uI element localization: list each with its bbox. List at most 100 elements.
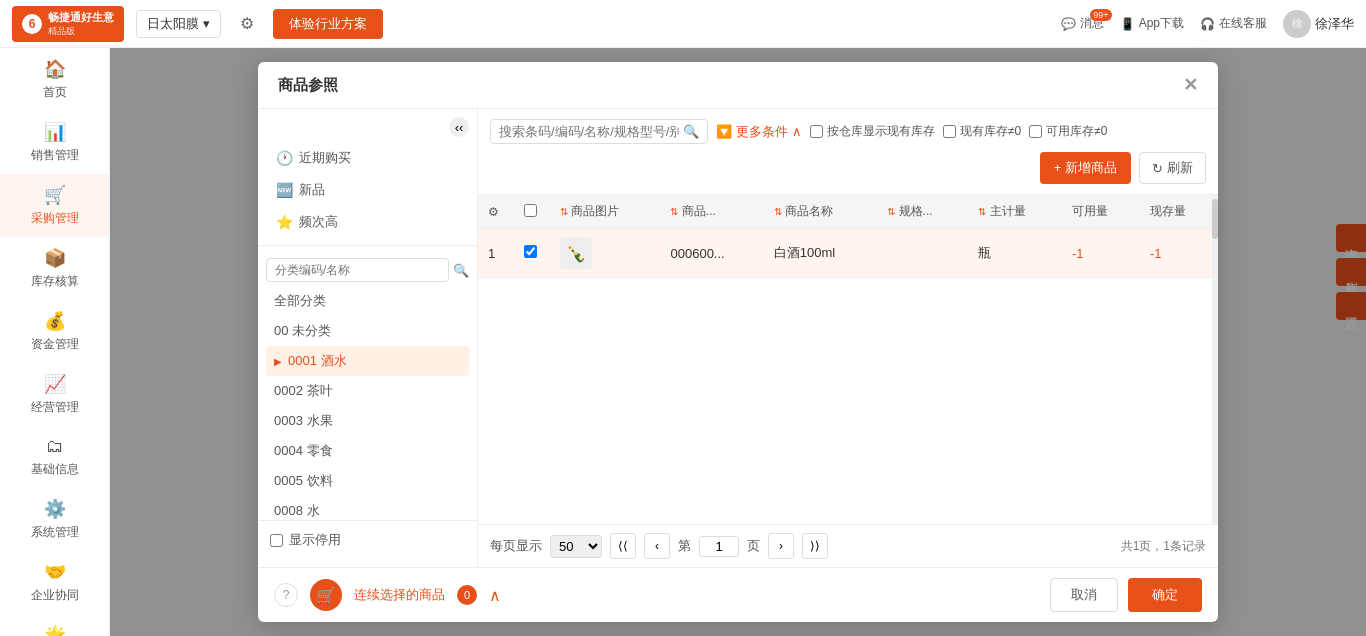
dialog-close-icon[interactable]: ✕ — [1183, 74, 1198, 96]
sidebar-item-enterprise[interactable]: 🤝 企业协同 — [0, 551, 109, 614]
product-search-bar[interactable]: 🔍 — [490, 119, 708, 144]
sidebar-item-system-label: 系统管理 — [31, 524, 79, 541]
sidebar-item-basic[interactable]: 🗂 基础信息 — [0, 426, 109, 488]
home-icon: 🏠 — [44, 58, 66, 80]
main-layout: 🏠 首页 📊 销售管理 🛒 采购管理 📦 库存核算 💰 资金管理 📈 经营管理 … — [0, 48, 1366, 636]
cat-fruit[interactable]: 0003 水果 — [266, 406, 469, 436]
cat-water[interactable]: 0008 水 — [266, 496, 469, 520]
continuous-label: 连续选择的商品 — [354, 586, 445, 604]
show-disabled-label[interactable]: 显示停用 — [289, 531, 341, 549]
last-page-btn[interactable]: ⟩⟩ — [802, 533, 828, 559]
next-page-btn[interactable]: › — [768, 533, 794, 559]
dialog-bottom: ? 🛒 连续选择的商品 0 ∧ 取消 确定 — [258, 567, 1218, 622]
tab-high-freq[interactable]: ⭐ 频次高 — [266, 207, 469, 237]
app-download-btn[interactable]: 📱 App下载 — [1120, 15, 1184, 32]
cat-tea[interactable]: 0002 茶叶 — [266, 376, 469, 406]
td-code: 000600... — [660, 229, 763, 278]
sidebar-item-enterprise-label: 企业协同 — [31, 587, 79, 604]
sidebar-item-finance[interactable]: 💰 资金管理 — [0, 300, 109, 363]
product-selector[interactable]: 日太阳膜 ▾ — [136, 10, 221, 38]
cat-all[interactable]: 全部分类 — [266, 286, 469, 316]
page-label: 第 — [678, 537, 691, 555]
sort-icon-code: ⇅ — [670, 206, 678, 217]
sidebar-item-inventory[interactable]: 📦 库存核算 — [0, 237, 109, 300]
cat-water-label: 0008 水 — [274, 502, 320, 520]
username-label: 徐泽华 — [1315, 15, 1354, 33]
prev-page-btn[interactable]: ‹ — [644, 533, 670, 559]
available-filter-checkbox[interactable] — [943, 125, 956, 138]
warehouse-filter-checkbox[interactable] — [810, 125, 823, 138]
table-row[interactable]: 1 🍾 000600... 白酒100ml 瓶 — [478, 229, 1218, 278]
sidebar-item-guide[interactable]: 🌟 新手引导 — [0, 614, 109, 636]
select-all-checkbox[interactable] — [524, 204, 537, 217]
filter-icon: 🔽 — [716, 124, 732, 139]
sidebar-item-system[interactable]: ⚙️ 系统管理 — [0, 488, 109, 551]
trial-btn[interactable]: 体验行业方案 — [273, 9, 383, 39]
clock-icon: 🕐 — [276, 150, 293, 166]
online-service-btn[interactable]: 🎧 在线客服 — [1200, 15, 1267, 32]
th-code: ⇅ 商品... — [660, 195, 763, 229]
pagination: 每页显示 50 100 200 ⟨⟨ ‹ 第 页 › — [478, 524, 1218, 567]
sidebar-item-purchase[interactable]: 🛒 采购管理 — [0, 174, 109, 237]
th-settings[interactable]: ⚙ — [478, 195, 514, 229]
settings-icon[interactable]: ⚙ — [233, 10, 261, 38]
cart-icon[interactable]: 🛒 — [310, 579, 342, 611]
sales-icon: 📊 — [44, 121, 66, 143]
per-page-select[interactable]: 50 100 200 — [550, 535, 602, 558]
mobile-icon: 📱 — [1120, 17, 1135, 31]
confirm-btn[interactable]: 确定 — [1128, 578, 1202, 612]
th-available: 可用量 — [1062, 195, 1140, 229]
show-disabled-checkbox[interactable] — [270, 534, 283, 547]
count-badge: 0 — [457, 585, 477, 605]
tab-highfreq-label: 频次高 — [299, 213, 338, 231]
usable-filter-text: 可用库存≠0 — [1046, 123, 1107, 140]
sidebar-item-sales[interactable]: 📊 销售管理 — [0, 111, 109, 174]
td-checkbox[interactable] — [514, 229, 550, 278]
collapse-panel-btn[interactable]: ‹‹ — [449, 117, 469, 137]
category-search-input[interactable] — [266, 258, 449, 282]
available-filter-text: 现有库存≠0 — [960, 123, 1021, 140]
refresh-icon: ↻ — [1152, 161, 1163, 176]
chevron-up-icon: ∧ — [792, 124, 802, 139]
collapse-up-icon[interactable]: ∧ — [489, 586, 501, 605]
refresh-product-btn[interactable]: ↻ 刷新 — [1139, 152, 1206, 184]
table-header-row: ⚙ ⇅ 商品图片 ⇅ 商品... — [478, 195, 1218, 229]
sidebar-item-home[interactable]: 🏠 首页 — [0, 48, 109, 111]
cat-beverage[interactable]: 0005 饮料 — [266, 466, 469, 496]
app-download-label: App下载 — [1139, 15, 1184, 32]
sidebar-item-home-label: 首页 — [43, 84, 67, 101]
category-search-icon[interactable]: 🔍 — [453, 263, 469, 278]
cat-tea-label: 0002 茶叶 — [274, 382, 333, 400]
available-filter-label[interactable]: 现有库存≠0 — [943, 123, 1021, 140]
usable-filter-checkbox[interactable] — [1029, 125, 1042, 138]
add-product-btn[interactable]: + 新增商品 — [1040, 152, 1131, 184]
product-search-icon[interactable]: 🔍 — [683, 124, 699, 139]
more-filter-btn[interactable]: 🔽 更多条件 ∧ — [716, 123, 802, 141]
table-header: ⚙ ⇅ 商品图片 ⇅ 商品... — [478, 195, 1218, 229]
scrollbar-track[interactable] — [1212, 195, 1218, 524]
content-area: 查询 刷新 设置 商品参照 ✕ — [110, 48, 1366, 636]
cat-snack[interactable]: 0004 零食 — [266, 436, 469, 466]
td-stock: -1 — [1140, 229, 1218, 278]
sidebar-item-finance-label: 资金管理 — [31, 336, 79, 353]
row-checkbox[interactable] — [524, 245, 537, 258]
warehouse-filter-label[interactable]: 按仓库显示现有库存 — [810, 123, 935, 140]
cat-liquor[interactable]: ▶ 0001 酒水 — [266, 346, 469, 376]
cancel-btn[interactable]: 取消 — [1050, 578, 1118, 612]
tab-recent-purchase[interactable]: 🕐 近期购买 — [266, 143, 469, 173]
message-btn[interactable]: 💬 消息 99+ — [1061, 15, 1104, 32]
product-search-input[interactable] — [499, 124, 679, 139]
first-page-btn[interactable]: ⟨⟨ — [610, 533, 636, 559]
sidebar-item-business[interactable]: 📈 经营管理 — [0, 363, 109, 426]
usable-filter-label[interactable]: 可用库存≠0 — [1029, 123, 1107, 140]
dialog-toolbar: 🔍 🔽 更多条件 ∧ 按仓库显示现有库存 — [478, 109, 1218, 195]
page-input[interactable] — [699, 536, 739, 557]
tab-new-product[interactable]: 🆕 新品 — [266, 175, 469, 205]
cat-uncategorized[interactable]: 00 未分类 — [266, 316, 469, 346]
user-area[interactable]: 徐 徐泽华 — [1283, 10, 1354, 38]
th-checkbox[interactable] — [514, 195, 550, 229]
table-settings-icon[interactable]: ⚙ — [488, 205, 499, 219]
dialog-overlay: 商品参照 ✕ ‹‹ 🕐 近期购 — [110, 48, 1366, 636]
help-icon[interactable]: ? — [274, 583, 298, 607]
product-table-wrap: ⚙ ⇅ 商品图片 ⇅ 商品... — [478, 195, 1218, 524]
